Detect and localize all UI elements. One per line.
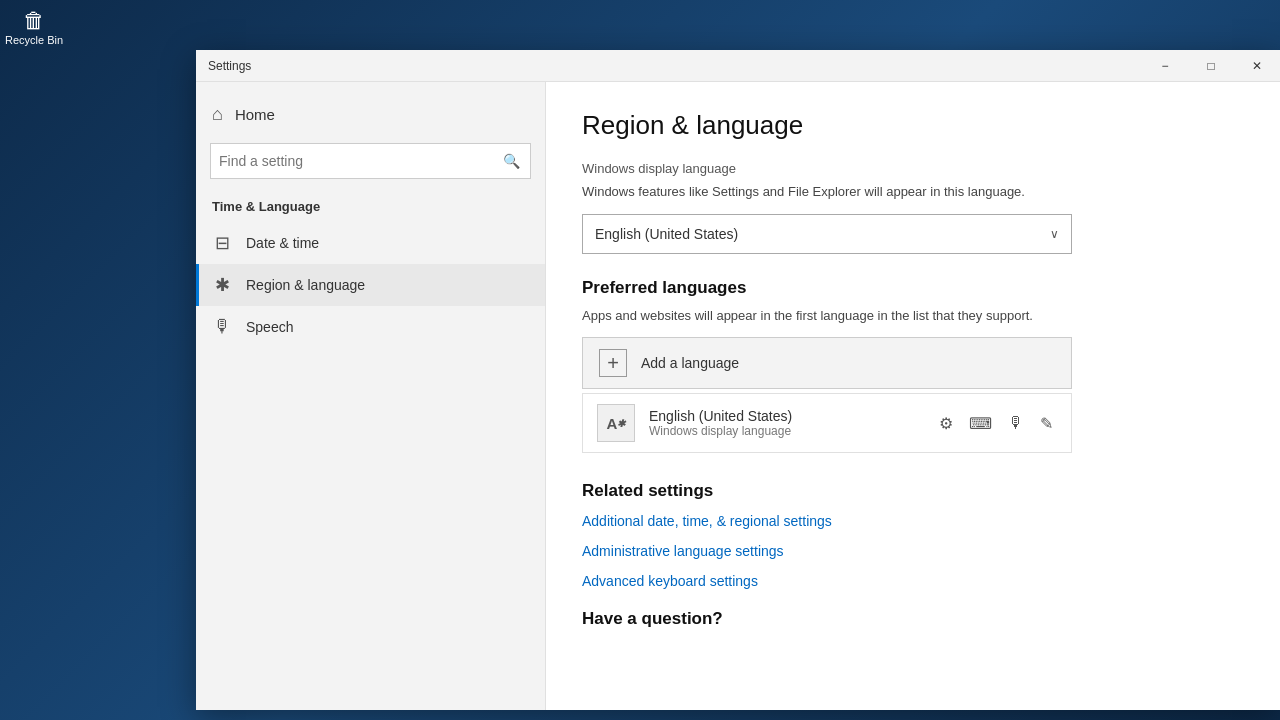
windows-display-language-description: Windows features like Settings and File … <box>582 182 1244 202</box>
window-body: ⌂ Home 🔍 Time & Language ⊟ Date & time ✱… <box>196 82 1280 710</box>
display-language-dropdown[interactable]: English (United States) ∨ <box>582 214 1072 254</box>
search-box: 🔍 <box>210 143 531 179</box>
add-language-button[interactable]: + Add a language <box>582 337 1072 389</box>
preferred-languages-description: Apps and websites will appear in the fir… <box>582 306 1244 326</box>
windows-display-language-label: Windows display language <box>582 161 1244 176</box>
add-language-label: Add a language <box>641 355 739 371</box>
language-keyboard-icon[interactable]: ⌨ <box>965 410 996 437</box>
language-speech-icon[interactable]: 🎙 <box>1004 410 1028 436</box>
recycle-bin-icon: 🗑 Recycle Bin <box>4 8 64 46</box>
recycle-bin-label: Recycle Bin <box>5 34 63 46</box>
sidebar-item-date-time[interactable]: ⊟ Date & time <box>196 222 545 264</box>
language-options-icon[interactable]: ⚙ <box>935 410 957 437</box>
speech-label: Speech <box>246 319 293 335</box>
language-info-en-us: English (United States) Windows display … <box>649 408 921 438</box>
related-link-advanced-keyboard[interactable]: Advanced keyboard settings <box>582 573 1244 589</box>
sidebar: ⌂ Home 🔍 Time & Language ⊟ Date & time ✱… <box>196 82 546 710</box>
search-input[interactable] <box>219 153 501 169</box>
settings-window: Settings − □ ✕ ⌂ Home 🔍 Time & Language <box>196 50 1280 710</box>
title-bar: Settings − □ ✕ <box>196 50 1280 82</box>
sidebar-item-region-language[interactable]: ✱ Region & language <box>196 264 545 306</box>
maximize-button[interactable]: □ <box>1188 50 1234 82</box>
home-label: Home <box>235 106 275 123</box>
language-icon-en-us: A ✱ <box>597 404 635 442</box>
related-link-date-time-regional[interactable]: Additional date, time, & regional settin… <box>582 513 1244 529</box>
home-icon: ⌂ <box>212 104 223 125</box>
related-settings-heading: Related settings <box>582 481 1244 501</box>
language-actions-en-us: ⚙ ⌨ 🎙 ✎ <box>935 410 1057 437</box>
region-language-label: Region & language <box>246 277 365 293</box>
sidebar-item-home[interactable]: ⌂ Home <box>196 94 545 135</box>
minimize-button[interactable]: − <box>1142 50 1188 82</box>
date-time-icon: ⊟ <box>212 232 232 254</box>
content-area: Region & language Windows display langua… <box>546 82 1280 710</box>
speech-icon: 🎙 <box>212 316 232 337</box>
language-edit-icon[interactable]: ✎ <box>1036 410 1057 437</box>
related-link-administrative-language[interactable]: Administrative language settings <box>582 543 1244 559</box>
title-bar-controls: − □ ✕ <box>1142 50 1280 82</box>
close-button[interactable]: ✕ <box>1234 50 1280 82</box>
language-name-en-us: English (United States) <box>649 408 921 424</box>
date-time-label: Date & time <box>246 235 319 251</box>
preferred-languages-heading: Preferred languages <box>582 278 1244 298</box>
have-question-heading: Have a question? <box>582 609 1244 629</box>
dropdown-value: English (United States) <box>595 226 738 242</box>
sidebar-item-speech[interactable]: 🎙 Speech <box>196 306 545 347</box>
page-title: Region & language <box>582 110 1244 141</box>
window-title: Settings <box>208 59 251 73</box>
sidebar-section-title: Time & Language <box>196 187 545 222</box>
dropdown-arrow-icon: ∨ <box>1050 227 1059 241</box>
region-language-icon: ✱ <box>212 274 232 296</box>
plus-icon: + <box>599 349 627 377</box>
language-item-en-us[interactable]: A ✱ English (United States) Windows disp… <box>582 393 1072 453</box>
search-button[interactable]: 🔍 <box>501 153 522 169</box>
language-sublabel-en-us: Windows display language <box>649 424 921 438</box>
